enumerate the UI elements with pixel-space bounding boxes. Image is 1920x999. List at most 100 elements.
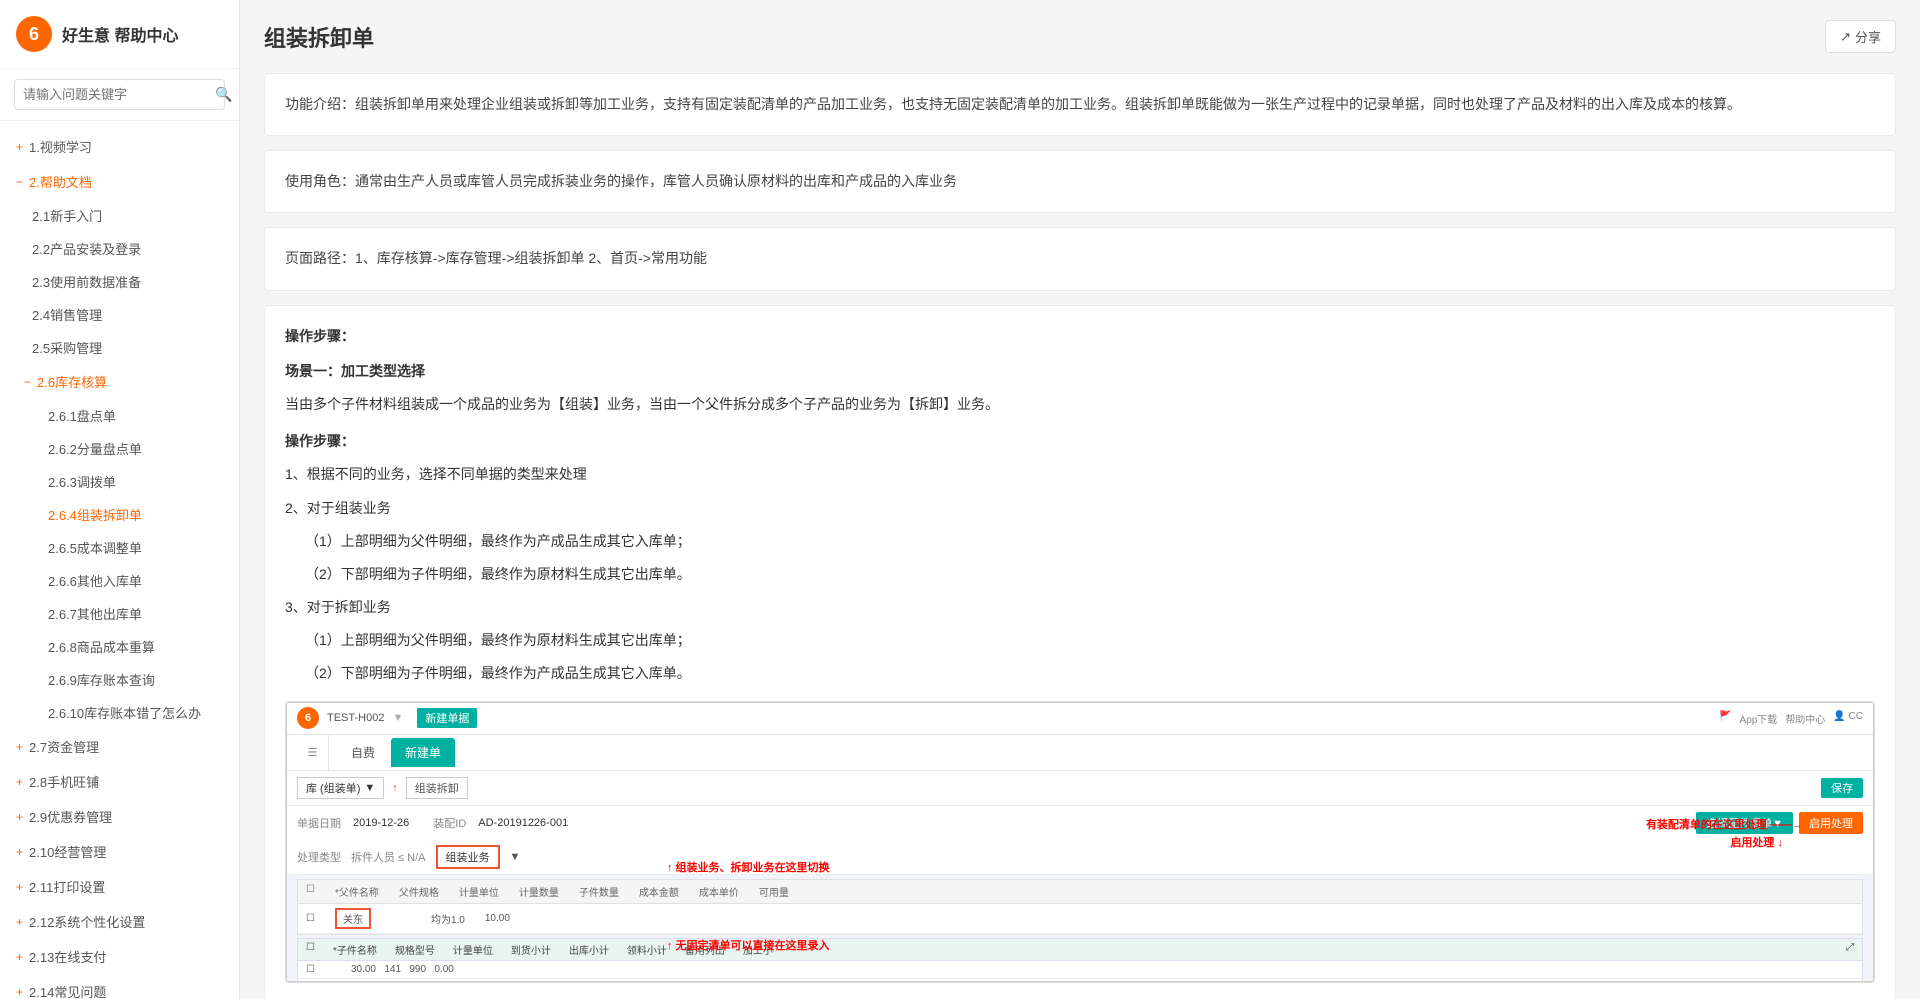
logo-area: 6 好生意 帮助中心 bbox=[0, 0, 239, 69]
step-3-2: （2）下部明细为子件明细，最终作为产成品生成其它入库单。 bbox=[285, 661, 1875, 686]
plus-icon2: + bbox=[16, 740, 23, 754]
share-button[interactable]: ↗ 分享 bbox=[1825, 20, 1896, 53]
ss-app-icon: App下载 bbox=[1740, 711, 1778, 726]
sidebar-sub-split[interactable]: 2.6.2分量盘点单 bbox=[0, 432, 239, 465]
plus-icon3: + bbox=[16, 775, 23, 789]
sidebar-sub-costrecalc[interactable]: 2.6.8商品成本重算 bbox=[0, 630, 239, 663]
sidebar-item-faq[interactable]: + 2.14常见问题 bbox=[0, 974, 239, 999]
step-2-title: 2、对于组装业务 bbox=[285, 496, 1875, 521]
ss-table: ☐ *父件名称 父件规格 计量单位 计量数量 子件数量 成本金额 成本单价 可用… bbox=[297, 879, 1863, 935]
ss-row1-subqty: 10.00 bbox=[485, 913, 510, 924]
ss-sth-spec: 规格型号 bbox=[395, 942, 435, 957]
share-label: 分享 bbox=[1855, 27, 1881, 46]
sidebar-sub-sales[interactable]: 2.4销售管理 bbox=[0, 298, 239, 331]
ss-type-select-red: 组装业务 bbox=[436, 845, 500, 869]
fake-screenshot: 6 TEST-H002 ▼ 新建单据 🚩 App下载 帮助中心 👤 CC ☰ 自… bbox=[286, 702, 1874, 982]
ss-th-1: ☐ bbox=[306, 884, 315, 899]
ss-th-unit: 计量单位 bbox=[459, 884, 499, 899]
ss-nav-tabs: ☰ 自费 新建单 bbox=[287, 735, 1873, 771]
ss-row1-name: 关东 bbox=[335, 908, 371, 929]
search-wrapper: 🔍 bbox=[14, 79, 225, 110]
sidebar-sub-data[interactable]: 2.3使用前数据准备 bbox=[0, 265, 239, 298]
sidebar-sub-ledgerwrong[interactable]: 2.6.10库存账本错了怎么办 bbox=[0, 696, 239, 729]
sidebar-item-coupon[interactable]: + 2.9优惠券管理 bbox=[0, 799, 239, 834]
sidebar-sub-newbie[interactable]: 2.1新手入门 bbox=[0, 199, 239, 232]
page-header: 组装拆卸单 ↗ 分享 bbox=[264, 20, 1896, 53]
ss-tab-home: 自费 bbox=[337, 738, 389, 767]
ss-sth-out: 出库小计 bbox=[569, 942, 609, 957]
ss-flag-icon: 🚩 bbox=[1719, 711, 1731, 726]
path-text: 页面路径：1、库存核算->库存管理->组装拆卸单 2、首页->常用功能 bbox=[285, 246, 1875, 271]
ss-assemble-type: 组装拆卸 bbox=[406, 777, 468, 799]
sidebar-item-video[interactable]: + 1.视频学习 bbox=[0, 129, 239, 164]
nav-list: + 1.视频学习 − 2.帮助文档 2.1新手入门 2.2产品安装及登录 2.3… bbox=[0, 121, 239, 999]
sidebar-item-docs-label: 2.帮助文档 bbox=[29, 172, 92, 191]
intro-text: 功能介绍：组装拆卸单用来处理企业组装或拆卸等加工业务，支持有固定装配清单的产品加… bbox=[285, 92, 1875, 117]
search-icon[interactable]: 🔍 bbox=[207, 80, 240, 109]
ss-process-row: 处理类型 拆件人员 ≤ N/A 组装业务 ▼ bbox=[287, 840, 1873, 875]
search-area: 🔍 bbox=[0, 69, 239, 121]
screenshot-container: 6 TEST-H002 ▼ 新建单据 🚩 App下载 帮助中心 👤 CC ☰ 自… bbox=[285, 701, 1875, 983]
sidebar-sub-inother[interactable]: 2.6.6其他入库单 bbox=[0, 564, 239, 597]
steps-list: 操作步骤： 1、根据不同的业务，选择不同单据的类型来处理 2、对于组装业务 （1… bbox=[285, 429, 1875, 687]
share-icon: ↗ bbox=[1840, 29, 1851, 45]
ss-annotation3-wrapper: 启用处理 ↓ bbox=[1730, 833, 1783, 850]
ss-toolbar-annotation: ↑ bbox=[392, 782, 398, 794]
ss-expand-icon: ⤢ bbox=[1846, 942, 1854, 957]
sidebar-sub-cost[interactable]: 2.6.5成本调整单 bbox=[0, 531, 239, 564]
sidebar-sub-assembly[interactable]: 2.6.4组装拆卸单 bbox=[0, 498, 239, 531]
ss-type-arrow: ▼ bbox=[364, 782, 375, 794]
ss-sth-name: *子件名称 bbox=[333, 942, 377, 957]
ss-logo: 6 bbox=[297, 707, 319, 729]
sidebar-sub-purchase[interactable]: 2.5采购管理 bbox=[0, 331, 239, 364]
sidebar-item-biz[interactable]: + 2.10经营管理 bbox=[0, 834, 239, 869]
ss-th-avail: 可用量 bbox=[759, 884, 789, 899]
ss-th-cost: 成本金额 bbox=[639, 884, 679, 899]
sidebar-item-payment[interactable]: + 2.13在线支付 bbox=[0, 939, 239, 974]
step-3-title: 3、对于拆卸业务 bbox=[285, 595, 1875, 620]
ss-tab-new: 新建单 bbox=[391, 738, 455, 767]
ss-right-icons: 🚩 App下载 帮助中心 👤 CC bbox=[1719, 711, 1863, 726]
sidebar-sub-adjust[interactable]: 2.6.3调拨单 bbox=[0, 465, 239, 498]
plus-icon6: + bbox=[16, 880, 23, 894]
ss-new-btn: 新建单据 bbox=[417, 708, 477, 728]
sidebar-item-docs[interactable]: − 2.帮助文档 bbox=[0, 164, 239, 199]
scene1-desc: 当由多个子件材料组装成一个成品的业务为【组装】业务，当由一个父件拆分成多个子产品… bbox=[285, 392, 1875, 417]
ss-id-value: AD-20191226-001 bbox=[478, 817, 568, 829]
ss-topbar: 6 TEST-H002 ▼ 新建单据 🚩 App下载 帮助中心 👤 CC bbox=[287, 703, 1873, 735]
ss-id-label: 装配ID bbox=[433, 815, 466, 831]
ss-th-name: *父件名称 bbox=[335, 884, 379, 899]
ss-sth-unit: 计量单位 bbox=[453, 942, 493, 957]
sidebar-item-finance[interactable]: + 2.7资金管理 bbox=[0, 729, 239, 764]
plus-icon9: + bbox=[16, 985, 23, 999]
ss-date-value: 2019-12-26 bbox=[353, 817, 409, 829]
sidebar-sub-outother[interactable]: 2.6.7其他出库单 bbox=[0, 597, 239, 630]
sidebar-item-mobile[interactable]: + 2.8手机旺铺 bbox=[0, 764, 239, 799]
sidebar-sub-ledger[interactable]: 2.6.9库存账本查询 bbox=[0, 663, 239, 696]
ss-sth-arrive: 到货小计 bbox=[511, 942, 551, 957]
ss-save-btn: 保存 bbox=[1821, 778, 1863, 798]
sidebar-item-inventory[interactable]: − 2.6库存核算 bbox=[0, 364, 239, 399]
ss-type-label: 库 (组装单) bbox=[306, 780, 360, 796]
ss-table-header: ☐ *父件名称 父件规格 计量单位 计量数量 子件数量 成本金额 成本单价 可用… bbox=[298, 880, 1862, 904]
sidebar-sub-stocktake[interactable]: 2.6.1盘点单 bbox=[0, 399, 239, 432]
ss-annotation4: ↑ 无固定清单可以直接在这里录入 bbox=[667, 940, 830, 952]
plus-icon5: + bbox=[16, 845, 23, 859]
sidebar-item-custom[interactable]: + 2.12系统个性化设置 bbox=[0, 904, 239, 939]
main-content: 组装拆卸单 ↗ 分享 功能介绍：组装拆卸单用来处理企业组装或拆卸等加工业务，支持… bbox=[240, 0, 1920, 999]
minus-icon: − bbox=[16, 175, 23, 189]
sidebar-item-inventory-label: 2.6库存核算 bbox=[37, 372, 107, 391]
scene1-title: 场景一：加工类型选择 bbox=[285, 359, 1875, 384]
sidebar-item-print[interactable]: + 2.11打印设置 bbox=[0, 869, 239, 904]
ss-sth-check: ☐ bbox=[306, 942, 315, 957]
sidebar-item-video-label: 1.视频学习 bbox=[29, 137, 92, 156]
sidebar: 6 好生意 帮助中心 🔍 + 1.视频学习 − 2.帮助文档 2.1新手入门 2… bbox=[0, 0, 240, 999]
search-input[interactable] bbox=[15, 81, 207, 108]
sidebar-sub-install[interactable]: 2.2产品安装及登录 bbox=[0, 232, 239, 265]
ss-toolbar: 库 (组装单) ▼ ↑ 组装拆卸 保存 bbox=[287, 771, 1873, 806]
ss-process-type-label: 处理类型 bbox=[297, 849, 341, 865]
logo-icon: 6 bbox=[16, 16, 52, 52]
step-op: 操作步骤： bbox=[285, 429, 1875, 454]
ss-type-select: 库 (组装单) ▼ bbox=[297, 777, 384, 799]
ss-th-costprice: 成本单价 bbox=[699, 884, 739, 899]
